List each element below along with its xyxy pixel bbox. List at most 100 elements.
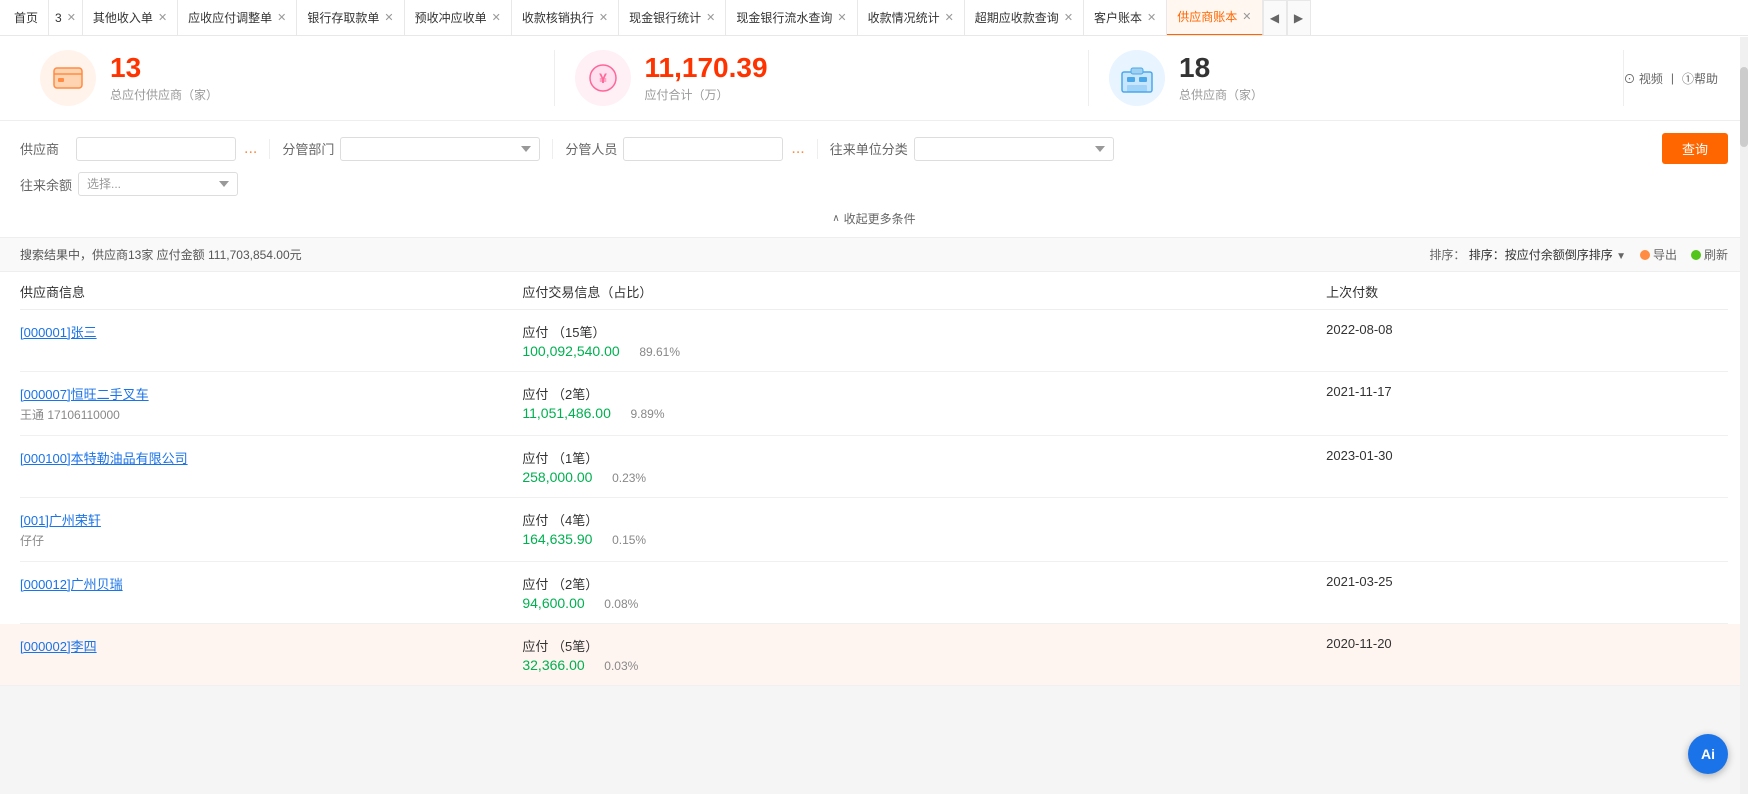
nav-prev-button[interactable]: ◀ [1263, 0, 1287, 36]
nav-tab-other-income-close[interactable]: ✕ [158, 11, 167, 24]
nav-tab-receipt-stat-close[interactable]: ✕ [945, 11, 954, 24]
txn-percent-4: 0.08% [604, 597, 638, 611]
supplier-link-5[interactable]: [000002]李四 [20, 639, 97, 654]
supplier-filter-dots[interactable]: ... [244, 140, 257, 158]
summary-help-links: ⊙ 视频 | ①帮助 [1624, 70, 1729, 87]
person-filter-input[interactable] [623, 137, 783, 161]
nav-tab-other-income[interactable]: 其他收入单 ✕ [83, 0, 178, 36]
dept-filter-select[interactable] [340, 137, 540, 161]
txn-amount-2[interactable]: 258,000.00 [522, 469, 592, 485]
nav-tab-receipt-stat[interactable]: 收款情况统计 ✕ [858, 0, 965, 36]
refresh-button[interactable]: 刷新 [1691, 246, 1728, 263]
nav-tab-cash-bank-stat-label: 现金银行统计 [629, 9, 701, 26]
supplier-link-1[interactable]: [000007]恒旺二手叉车 [20, 387, 149, 402]
export-button[interactable]: 导出 [1640, 246, 1677, 263]
nav-tab-receipt-stat-label: 收款情况统计 [868, 9, 940, 26]
supplier-sub-1: 王通 17106110000 [20, 406, 522, 423]
supplier-filter-input[interactable] [76, 137, 236, 161]
transaction-cell-0: 应付 （15笔） 100,092,540.00 89.61% [522, 322, 1326, 359]
supplier-cell-3: [001]广州荣轩 仔仔 [20, 510, 522, 549]
person-filter-dots[interactable]: ... [791, 140, 804, 158]
txn-label-3: 应付 （4笔） [522, 510, 1326, 529]
txn-percent-2: 0.23% [612, 471, 646, 485]
txn-percent-0: 89.61% [639, 345, 680, 359]
supplier-link-4[interactable]: [000012]广州贝瑞 [20, 577, 123, 592]
person-filter-label: 分管人员 [565, 139, 617, 158]
summary-item-payable-total: ¥ 11,170.39 应付合计（万） [555, 50, 1090, 106]
filter-item-supplier: 供应商 ... [20, 137, 257, 161]
total-suppliers-icon [1109, 50, 1165, 106]
right-scrollbar[interactable] [1740, 37, 1748, 794]
nav-tab-overdue-label: 超期应收款查询 [975, 9, 1059, 26]
supplier-link-3[interactable]: [001]广州荣轩 [20, 513, 101, 528]
filter-section: 供应商 ... 分管部门 分管人员 ... 往来单位分类 查询 [0, 121, 1748, 238]
nav-tab-payment-exec[interactable]: 收款核销执行 ✕ [512, 0, 619, 36]
sort-dropdown-icon[interactable]: ▼ [1616, 251, 1626, 262]
txn-percent-3: 0.15% [612, 533, 646, 547]
nav-tab-ar-ap-adjust-label: 应收应付调整单 [188, 9, 272, 26]
supplier-filter-label: 供应商 [20, 139, 70, 158]
video-link[interactable]: ⊙ 视频 [1624, 70, 1663, 87]
ai-badge[interactable]: Ai [1688, 734, 1728, 774]
balance-filter-select[interactable]: 选择... [78, 172, 238, 196]
data-table: 供应商信息 应付交易信息（占比） 上次付数 [000001]张三 应付 （15笔… [0, 272, 1748, 686]
nav-tab-payment-exec-close[interactable]: ✕ [599, 11, 608, 24]
help-link[interactable]: ①帮助 [1682, 70, 1718, 87]
lastpay-cell-5: 2020-11-20 [1326, 636, 1728, 651]
top-nav: 首页 3 ✕ 其他收入单 ✕ 应收应付调整单 ✕ 银行存取款单 ✕ 预收冲应收单… [0, 0, 1748, 36]
nav-tab-supplier-account[interactable]: 供应商账本 ✕ [1167, 0, 1262, 36]
txn-amount-5[interactable]: 32,366.00 [522, 657, 584, 673]
collapse-chevron-icon: ∧ [832, 213, 839, 224]
txn-amount-3[interactable]: 164,635.90 [522, 531, 592, 547]
category-filter-select[interactable] [914, 137, 1114, 161]
transaction-cell-2: 应付 （1笔） 258,000.00 0.23% [522, 448, 1326, 485]
nav-tab-supplier-account-close[interactable]: ✕ [1242, 10, 1251, 23]
svg-text:¥: ¥ [599, 70, 607, 86]
lastpay-cell-0: 2022-08-08 [1326, 322, 1728, 337]
payable-total-label: 应付合计（万） [645, 86, 768, 103]
nav-tab-bank-deposit-close[interactable]: ✕ [384, 11, 393, 24]
divider: | [1671, 71, 1674, 85]
total-suppliers-label: 总供应商（家） [1179, 86, 1263, 103]
nav-tab-ar-ap-adjust[interactable]: 应收应付调整单 ✕ [178, 0, 297, 36]
nav-tab-bank-deposit[interactable]: 银行存取款单 ✕ [297, 0, 404, 36]
payable-total-value: 11,170.39 [645, 54, 768, 82]
nav-tab-customer-account[interactable]: 客户账本 ✕ [1084, 0, 1167, 36]
collapse-bar[interactable]: ∧ 收起更多条件 [20, 204, 1728, 229]
txn-amount-1[interactable]: 11,051,486.00 [522, 405, 611, 421]
transaction-cell-3: 应付 （4笔） 164,635.90 0.15% [522, 510, 1326, 547]
nav-next-button[interactable]: ▶ [1287, 0, 1311, 36]
filter-item-dept: 分管部门 [282, 137, 540, 161]
supplier-link-2[interactable]: [000100]本特勒油品有限公司 [20, 451, 188, 466]
nav-tab-overdue[interactable]: 超期应收款查询 ✕ [965, 0, 1084, 36]
sort-prefix: 排序： [1429, 248, 1465, 262]
table-row: [000012]广州贝瑞 应付 （2笔） 94,600.00 0.08% 202… [20, 562, 1728, 624]
query-button[interactable]: 查询 [1662, 133, 1728, 164]
sort-value[interactable]: 排序：按应付余额倒序排序 [1469, 248, 1613, 262]
filter-row-1: 供应商 ... 分管部门 分管人员 ... 往来单位分类 查询 [20, 133, 1728, 164]
nav-tab-overdue-close[interactable]: ✕ [1064, 11, 1073, 24]
nav-tab-3-close[interactable]: ✕ [67, 11, 76, 24]
scrollbar-thumb[interactable] [1740, 67, 1748, 147]
nav-tab-cash-bank-stat[interactable]: 现金银行统计 ✕ [619, 0, 726, 36]
txn-label-4: 应付 （2笔） [522, 574, 1326, 593]
txn-label-5: 应付 （5笔） [522, 636, 1326, 655]
nav-tab-prepaid[interactable]: 预收冲应收单 ✕ [405, 0, 512, 36]
txn-amount-4[interactable]: 94,600.00 [522, 595, 584, 611]
supplier-cell-2: [000100]本特勒油品有限公司 [20, 448, 522, 467]
nav-tab-3[interactable]: 3 ✕ [49, 0, 83, 36]
nav-tab-customer-account-close[interactable]: ✕ [1147, 11, 1156, 24]
nav-tab-cash-flow[interactable]: 现金银行流水查询 ✕ [726, 0, 857, 36]
nav-tab-bank-deposit-label: 银行存取款单 [307, 9, 379, 26]
nav-tab-cash-bank-stat-close[interactable]: ✕ [706, 11, 715, 24]
supplier-link-0[interactable]: [000001]张三 [20, 325, 97, 340]
nav-tab-prepaid-close[interactable]: ✕ [492, 11, 501, 24]
txn-percent-1: 9.89% [630, 407, 664, 421]
nav-tab-ar-ap-adjust-close[interactable]: ✕ [277, 11, 286, 24]
txn-amount-0[interactable]: 100,092,540.00 [522, 343, 619, 359]
nav-tab-cash-flow-close[interactable]: ✕ [837, 11, 846, 24]
filter-row-2: 往来余额 选择... [20, 172, 1728, 196]
export-label: 导出 [1653, 246, 1677, 263]
summary-item-total-suppliers: 18 总供应商（家） [1089, 50, 1624, 106]
nav-tab-home[interactable]: 首页 [4, 0, 49, 36]
